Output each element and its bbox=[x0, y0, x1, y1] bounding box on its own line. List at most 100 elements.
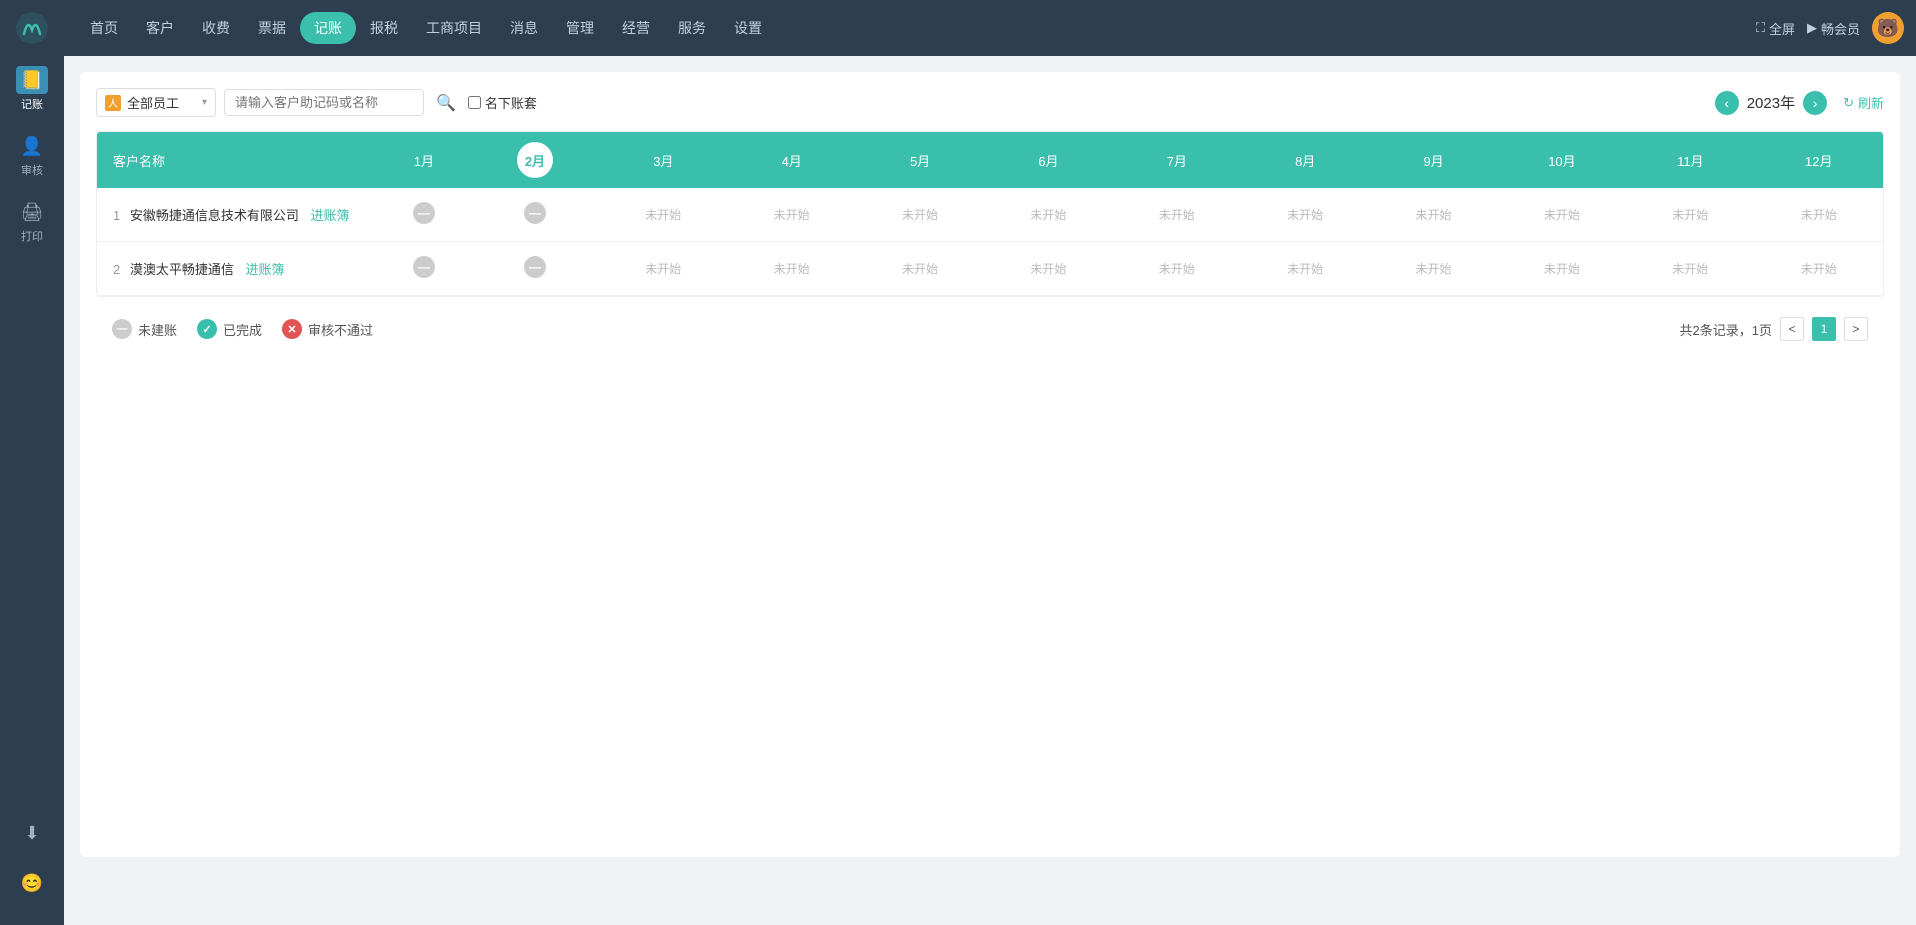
avatar-icon: 🐻 bbox=[1877, 18, 1899, 39]
cell-row1-month8: 未开始 bbox=[1241, 188, 1369, 242]
legend-label-completed: 已完成 bbox=[223, 320, 262, 339]
sidebar-bottom: ⬇ 😊 bbox=[0, 809, 64, 925]
status-not-started-text: 未开始 bbox=[1030, 208, 1066, 222]
data-table-wrapper: 客户名称1月2月3月4月5月6月7月8月9月10月11月12月 1 安徽畅捷通信… bbox=[96, 131, 1884, 297]
topnav: 首页客户收费票据记账报税工商项目消息管理经营服务设置 ⛶ 全屏 ▶ 畅会员 🐻 bbox=[64, 0, 1916, 56]
search-input[interactable] bbox=[224, 89, 424, 116]
vip-label: 畅会员 bbox=[1821, 19, 1860, 38]
cell-row1-month10: 未开始 bbox=[1498, 188, 1626, 242]
col-header-month-7: 7月 bbox=[1113, 132, 1241, 188]
fullscreen-label: 全屏 bbox=[1769, 19, 1795, 38]
sidebar-item-print[interactable]: 🖨 打印 bbox=[16, 188, 48, 254]
legend-item-rejected: ✕ 审核不通过 bbox=[282, 319, 373, 339]
table-body: 1 安徽畅捷通信息技术有限公司 进账簿 未开始未开始未开始未开始未开始未开始未开… bbox=[97, 188, 1883, 296]
col-header-month-6: 6月 bbox=[984, 132, 1112, 188]
topnav-item-service[interactable]: 服务 bbox=[664, 12, 720, 44]
sidebar-item-support[interactable]: 😊 bbox=[0, 859, 64, 909]
status-not-started-text: 未开始 bbox=[774, 208, 810, 222]
cell-row2-month9: 未开始 bbox=[1369, 242, 1497, 296]
cell-row2-month8: 未开始 bbox=[1241, 242, 1369, 296]
pagination-total: 共2条记录，1页 bbox=[1680, 320, 1772, 339]
prev-page-icon: < bbox=[1788, 322, 1795, 336]
employee-select[interactable]: 人 全部员工 ▾ bbox=[96, 88, 216, 117]
cell-row1-month9: 未开始 bbox=[1369, 188, 1497, 242]
cell-row1-month7: 未开始 bbox=[1113, 188, 1241, 242]
cell-row2-month1 bbox=[377, 242, 471, 296]
cell-row2-month10: 未开始 bbox=[1498, 242, 1626, 296]
sidebar-item-download[interactable]: ⬇ bbox=[0, 809, 64, 859]
col-header-month-3: 3月 bbox=[599, 132, 727, 188]
status-not-started-text: 未开始 bbox=[1287, 262, 1323, 276]
status-not-started-text: 未开始 bbox=[1672, 262, 1708, 276]
prev-year-icon: ‹ bbox=[1724, 95, 1729, 111]
enter-ledger-link-2[interactable]: 进账簿 bbox=[246, 262, 285, 277]
legend-icon-rejected: ✕ bbox=[282, 319, 302, 339]
topnav-item-home[interactable]: 首页 bbox=[76, 12, 132, 44]
accounts-checkbox-text: 名下账套 bbox=[485, 93, 537, 112]
col-header-month-1: 1月 bbox=[377, 132, 471, 188]
cell-row1-month4: 未开始 bbox=[728, 188, 856, 242]
ledger-icon: 📒 bbox=[21, 70, 43, 91]
status-not-started-text: 未开始 bbox=[1159, 262, 1195, 276]
topnav-item-operation[interactable]: 经营 bbox=[608, 12, 664, 44]
topnav-item-billing[interactable]: 收费 bbox=[188, 12, 244, 44]
print-icon: 🖨 bbox=[21, 202, 44, 223]
sidebar-item-ledger[interactable]: 📒 记账 bbox=[16, 56, 48, 122]
page-1-button[interactable]: 1 bbox=[1812, 317, 1836, 341]
col-header-month-4: 4月 bbox=[728, 132, 856, 188]
status-not-started-text: 未开始 bbox=[645, 262, 681, 276]
row-index-1: 1 bbox=[113, 208, 120, 223]
avatar[interactable]: 🐻 bbox=[1872, 12, 1904, 44]
col-header-month-12: 12月 bbox=[1755, 132, 1884, 188]
cell-row1-month3: 未开始 bbox=[599, 188, 727, 242]
page-1-label: 1 bbox=[1821, 322, 1828, 336]
legend-label-not-created: 未建账 bbox=[138, 320, 177, 339]
topnav-item-customer[interactable]: 客户 bbox=[132, 12, 188, 44]
col-header-month-11: 11月 bbox=[1626, 132, 1754, 188]
cell-row2-month4: 未开始 bbox=[728, 242, 856, 296]
customer-name-2: 漠澳太平畅捷通信 bbox=[130, 262, 234, 277]
topnav-item-settings[interactable]: 设置 bbox=[720, 12, 776, 44]
cell-row2-month2 bbox=[471, 242, 599, 296]
fullscreen-button[interactable]: ⛶ 全屏 bbox=[1756, 19, 1795, 38]
employee-select-text: 全部员工 bbox=[127, 93, 196, 112]
topnav-item-manage[interactable]: 管理 bbox=[552, 12, 608, 44]
status-not-started-text: 未开始 bbox=[1416, 208, 1452, 222]
cell-row2-month3: 未开始 bbox=[599, 242, 727, 296]
toolbar: 人 全部员工 ▾ 🔍 名下账套 ‹ 2023年 bbox=[96, 88, 1884, 117]
topnav-item-tax[interactable]: 报税 bbox=[356, 12, 412, 44]
next-page-button[interactable]: > bbox=[1844, 317, 1868, 341]
cell-row2-month5: 未开始 bbox=[856, 242, 984, 296]
legend-icon-not-created: — bbox=[112, 319, 132, 339]
vip-button[interactable]: ▶ 畅会员 bbox=[1807, 19, 1860, 38]
sidebar-logo bbox=[0, 0, 64, 56]
enter-ledger-link-1[interactable]: 进账簿 bbox=[311, 208, 350, 223]
topnav-item-business[interactable]: 工商项目 bbox=[412, 12, 496, 44]
col-header-month-10: 10月 bbox=[1498, 132, 1626, 188]
cell-row2-month11: 未开始 bbox=[1626, 242, 1754, 296]
status-not-started-text: 未开始 bbox=[902, 262, 938, 276]
col-header-month-9: 9月 bbox=[1369, 132, 1497, 188]
topnav-item-message[interactable]: 消息 bbox=[496, 12, 552, 44]
sidebar-item-audit[interactable]: 👤 审核 bbox=[16, 122, 48, 188]
search-button[interactable]: 🔍 bbox=[432, 89, 460, 117]
prev-page-button[interactable]: < bbox=[1780, 317, 1804, 341]
accounts-checkbox[interactable] bbox=[468, 96, 481, 109]
accounts-checkbox-label[interactable]: 名下账套 bbox=[468, 93, 537, 112]
refresh-button[interactable]: ↻ 刷新 bbox=[1843, 93, 1884, 112]
support-icon: 😊 bbox=[21, 873, 43, 894]
topnav-item-ledger[interactable]: 记账 bbox=[300, 12, 356, 44]
download-icon: ⬇ bbox=[24, 823, 39, 844]
sidebar-label-ledger: 记账 bbox=[21, 96, 43, 112]
next-year-button[interactable]: › bbox=[1803, 91, 1827, 115]
data-table: 客户名称1月2月3月4月5月6月7月8月9月10月11月12月 1 安徽畅捷通信… bbox=[97, 132, 1883, 296]
vip-play-icon: ▶ bbox=[1807, 20, 1817, 36]
status-not-started-text: 未开始 bbox=[645, 208, 681, 222]
status-not-started-text: 未开始 bbox=[902, 208, 938, 222]
fullscreen-icon: ⛶ bbox=[1756, 20, 1765, 36]
sidebar-label-audit: 审核 bbox=[21, 162, 43, 178]
legend-label-rejected: 审核不通过 bbox=[308, 320, 373, 339]
cell-row1-month1 bbox=[377, 188, 471, 242]
topnav-item-invoice[interactable]: 票据 bbox=[244, 12, 300, 44]
prev-year-button[interactable]: ‹ bbox=[1715, 91, 1739, 115]
